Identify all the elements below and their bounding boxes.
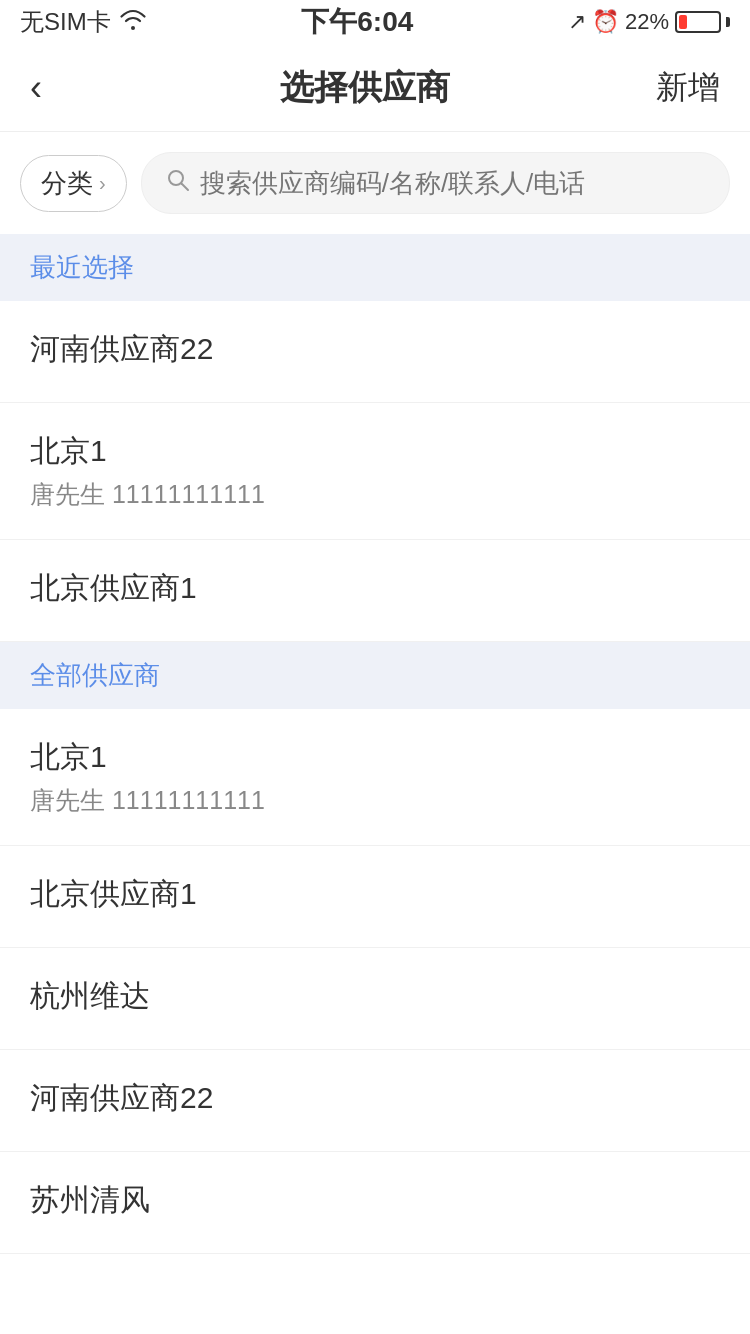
carrier-text: 无SIM卡 xyxy=(20,6,111,38)
status-time: 下午6:04 xyxy=(301,3,413,41)
battery-icon xyxy=(675,11,730,33)
nav-bar: ‹ 选择供应商 新增 xyxy=(0,44,750,132)
list-item[interactable]: 北京1 唐先生 11111111111 xyxy=(0,403,750,540)
item-name: 北京供应商1 xyxy=(30,568,720,609)
recent-section-label: 最近选择 xyxy=(30,252,134,282)
list-item[interactable]: 北京供应商1 xyxy=(0,540,750,642)
list-item[interactable]: 北京供应商1 xyxy=(0,846,750,948)
svg-line-1 xyxy=(181,184,188,191)
item-sub: 唐先生 11111111111 xyxy=(30,784,720,817)
item-name: 苏州清风 xyxy=(30,1180,720,1221)
search-icon xyxy=(166,167,190,199)
item-name: 河南供应商22 xyxy=(30,1078,720,1119)
item-name: 北京1 xyxy=(30,737,720,778)
item-name: 北京供应商1 xyxy=(30,874,720,915)
back-button[interactable]: ‹ xyxy=(30,67,90,109)
wifi-icon xyxy=(119,8,147,36)
item-name: 河南供应商22 xyxy=(30,329,720,370)
location-icon: ↗ xyxy=(568,9,586,35)
recent-section-header: 最近选择 xyxy=(0,234,750,301)
item-name: 北京1 xyxy=(30,431,720,472)
battery-percent: 22% xyxy=(625,9,669,35)
status-right: ↗ ⏰ 22% xyxy=(568,9,730,35)
search-input[interactable] xyxy=(200,168,705,199)
item-sub: 唐先生 11111111111 xyxy=(30,478,720,511)
category-label: 分类 xyxy=(41,166,93,201)
filter-row: 分类 › xyxy=(0,132,750,234)
all-section-header: 全部供应商 xyxy=(0,642,750,709)
all-list: 北京1 唐先生 11111111111 北京供应商1 杭州维达河南供应商22 苏州清风 xyxy=(0,709,750,1254)
list-item[interactable]: 河南供应商22 xyxy=(0,301,750,403)
list-item[interactable]: 杭州维达 xyxy=(0,948,750,1050)
category-button[interactable]: 分类 › xyxy=(20,155,127,212)
list-item[interactable]: 苏州清风 xyxy=(0,1152,750,1254)
list-item[interactable]: 河南供应商22 xyxy=(0,1050,750,1152)
page-title: 选择供应商 xyxy=(280,65,450,111)
chevron-right-icon: › xyxy=(99,172,106,195)
alarm-icon: ⏰ xyxy=(592,9,619,35)
status-bar: 无SIM卡 下午6:04 ↗ ⏰ 22% xyxy=(0,0,750,44)
list-item[interactable]: 北京1 唐先生 11111111111 xyxy=(0,709,750,846)
search-box[interactable] xyxy=(141,152,730,214)
all-section-label: 全部供应商 xyxy=(30,660,160,690)
new-add-button[interactable]: 新增 xyxy=(640,66,720,110)
recent-list: 河南供应商22 北京1 唐先生 11111111111 北京供应商1 xyxy=(0,301,750,642)
status-left: 无SIM卡 xyxy=(20,6,147,38)
item-name: 杭州维达 xyxy=(30,976,720,1017)
